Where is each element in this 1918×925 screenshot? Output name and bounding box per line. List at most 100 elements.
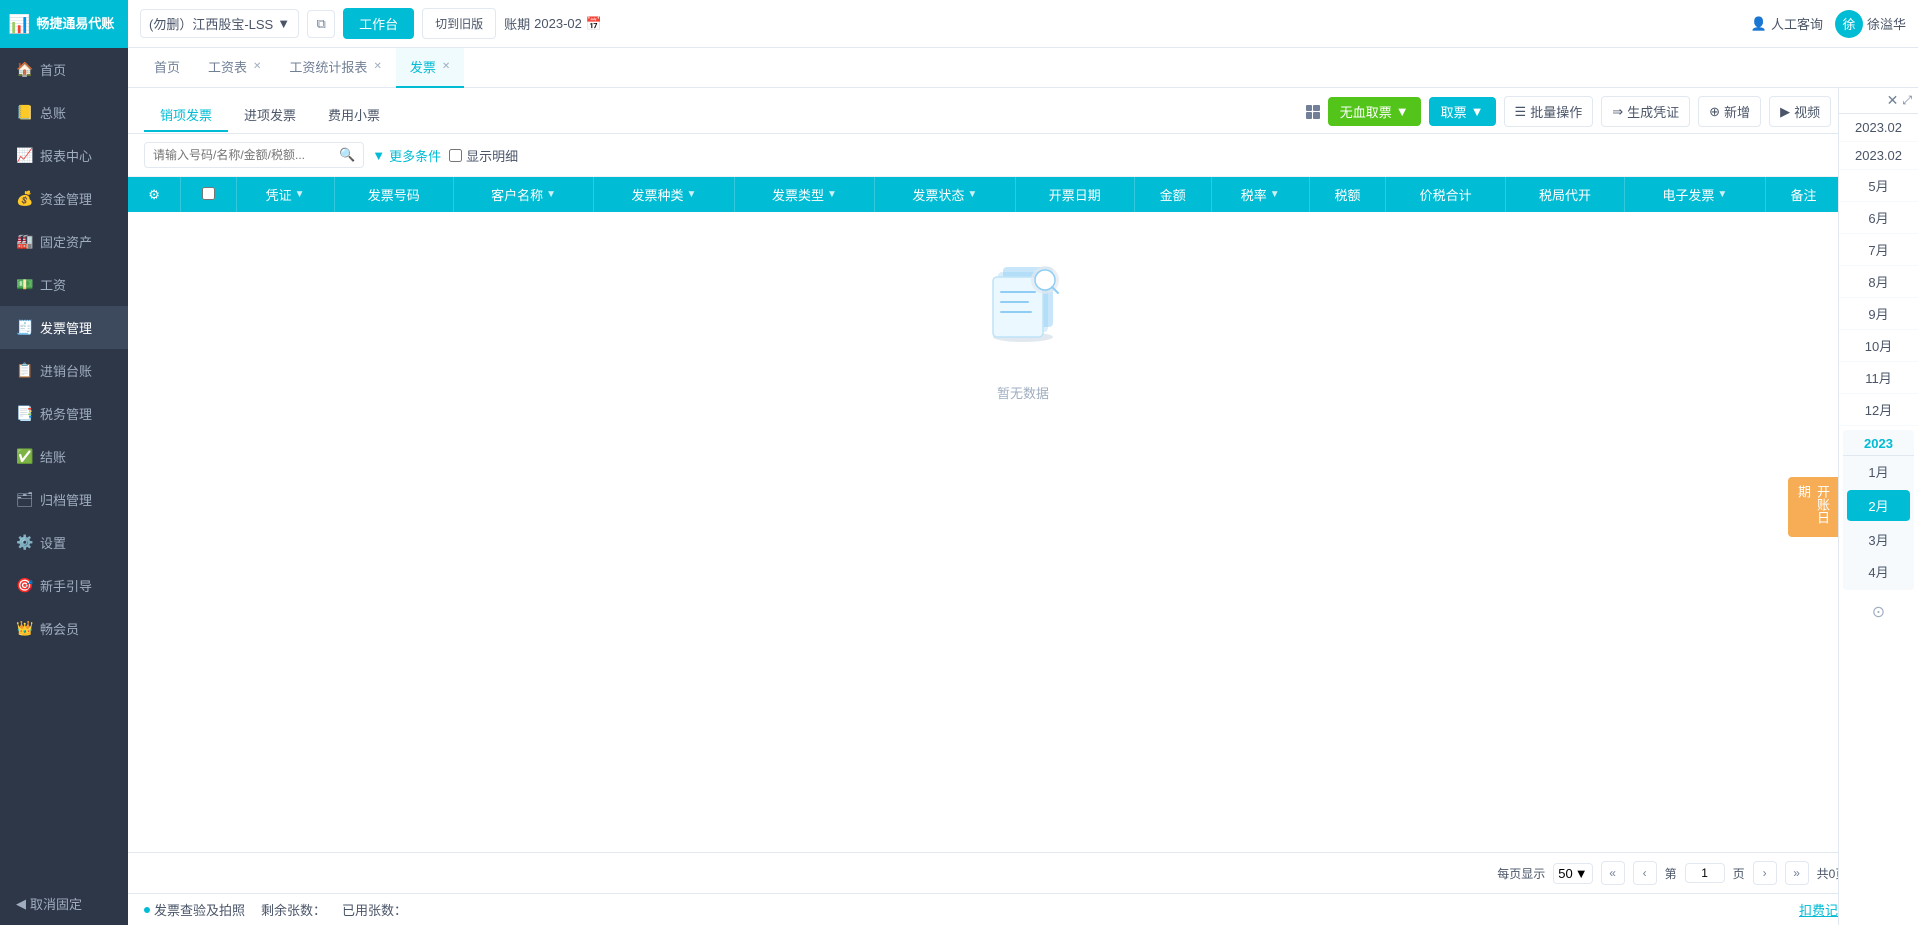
subtab-expense-receipt[interactable]: 费用小票	[312, 99, 396, 132]
customer-filter-icon[interactable]: ▼	[546, 189, 556, 200]
logo-icon: 📊	[8, 14, 30, 35]
workbench-button[interactable]: 工作台	[343, 8, 414, 39]
sidebar-item-reports[interactable]: 📈 报表中心	[0, 134, 128, 177]
date-panel-close[interactable]: ✕	[1887, 92, 1899, 109]
page-number-input[interactable]	[1685, 863, 1725, 883]
page-size-select[interactable]: 50 ▼	[1553, 863, 1592, 884]
col-invoice-no: 发票号码	[334, 177, 453, 212]
grid-view-icon[interactable]	[1306, 105, 1320, 119]
invoice-status-filter-icon[interactable]: ▼	[967, 189, 977, 200]
sidebar-item-archive[interactable]: 🗂 归档管理	[0, 478, 128, 521]
e-invoice-filter-icon[interactable]: ▼	[1717, 189, 1727, 200]
date-item-11[interactable]: 11月	[1839, 362, 1918, 394]
date-item-2023-2[interactable]: 2月	[1847, 490, 1910, 522]
last-page-button[interactable]: »	[1785, 861, 1809, 885]
tab-payroll-table-close[interactable]: ✕	[253, 61, 261, 72]
date-item-2023-4[interactable]: 4月	[1843, 556, 1914, 588]
date-panel-bottom-icon[interactable]: ⊙	[1839, 594, 1918, 630]
tab-invoice[interactable]: 发票 ✕	[396, 48, 464, 88]
show-detail-toggle[interactable]: 显示明细	[449, 146, 518, 165]
col-invoice-status: 发票状态 ▼	[875, 177, 1015, 212]
date-item-2023-02-top2[interactable]: 2023.02	[1839, 142, 1918, 170]
sidebar-item-ledger[interactable]: 📒 总账	[0, 91, 128, 134]
col-tax-rate: 税率 ▼	[1211, 177, 1309, 212]
tab-home[interactable]: 首页	[140, 48, 194, 88]
remaining-count: 剩余张数：	[261, 900, 326, 919]
sidebar-item-invoice[interactable]: 🧾 发票管理	[0, 306, 128, 349]
search-toolbar: 🔍 ▼ 更多条件 显示明细	[128, 134, 1918, 177]
content-area: 销项发票 进项发票 费用小票 无血取票 ▼ 取票 ▼	[128, 88, 1918, 925]
no-ticket-label: 无血取票	[1340, 102, 1392, 121]
sidebar-item-finance[interactable]: 💰 资金管理	[0, 177, 128, 220]
sidebar-item-home[interactable]: 🏠 首页	[0, 48, 128, 91]
new-label: 新增	[1724, 102, 1750, 121]
tab-payroll-stats[interactable]: 工资统计报表 ✕	[275, 48, 395, 88]
date-item-7[interactable]: 7月	[1839, 234, 1918, 266]
unpin-icon: ◀	[16, 896, 26, 912]
tax-rate-filter-icon[interactable]: ▼	[1270, 189, 1280, 200]
date-item-6[interactable]: 6月	[1839, 202, 1918, 234]
date-item-2023-3[interactable]: 3月	[1843, 524, 1914, 556]
invoice-type-filter-icon[interactable]: ▼	[687, 189, 697, 200]
date-item-2023-1[interactable]: 1月	[1843, 456, 1914, 488]
sidebar-item-payroll[interactable]: 💵 工资	[0, 263, 128, 306]
sidebar-item-fixed-assets[interactable]: 🏭 固定资产	[0, 220, 128, 263]
date-panel-header: ✕ ⤢	[1839, 88, 1918, 114]
more-conditions-button[interactable]: ▼ 更多条件	[372, 146, 441, 165]
company-selector[interactable]: (勿删）江西股宝-LSS ▼	[140, 9, 299, 38]
subtabs: 销项发票 进项发票 费用小票 无血取票 ▼ 取票 ▼	[128, 88, 1918, 134]
no-ticket-button[interactable]: 无血取票 ▼	[1328, 97, 1421, 126]
subtab-purchase-invoice[interactable]: 进项发票	[228, 99, 312, 132]
col-settings[interactable]: ⚙	[128, 177, 181, 212]
video-icon: ▶	[1780, 104, 1790, 120]
check-label: 发票查验及拍照	[154, 900, 245, 919]
period-calendar-icon: 📅	[586, 16, 602, 32]
sidebar-item-guide[interactable]: 🎯 新手引导	[0, 564, 128, 607]
date-item-5[interactable]: 5月	[1839, 170, 1918, 202]
sidebar-item-settings[interactable]: ⚙️ 设置	[0, 521, 128, 564]
gear-circle-icon: ⊙	[1872, 602, 1885, 622]
tab-payroll-stats-label: 工资统计报表	[289, 57, 367, 76]
empty-state: 暂无数据	[128, 212, 1918, 442]
tab-payroll-table[interactable]: 工资表 ✕	[194, 48, 275, 88]
select-all-checkbox[interactable]	[202, 187, 215, 200]
sidebar-item-sales-ledger[interactable]: 📋 进销台账	[0, 349, 128, 392]
period-value: 2023-02	[534, 16, 582, 31]
date-panel-expand[interactable]: ⤢	[1902, 93, 1912, 108]
sidebar-item-close-accounts[interactable]: ✅ 结账	[0, 435, 128, 478]
tabbar: 首页 工资表 ✕ 工资统计报表 ✕ 发票 ✕	[128, 48, 1918, 88]
copy-icon-btn[interactable]: ⧉	[307, 10, 335, 38]
prev-page-button[interactable]: ‹	[1633, 861, 1657, 885]
generate-voucher-label: 生成凭证	[1627, 102, 1679, 121]
search-box: 🔍	[144, 142, 364, 168]
first-page-button[interactable]: «	[1601, 861, 1625, 885]
batch-ops-button[interactable]: ☰ 批量操作	[1504, 96, 1594, 127]
open-period-button[interactable]: 开账日期	[1788, 477, 1838, 537]
date-item-10[interactable]: 10月	[1839, 330, 1918, 362]
tab-payroll-stats-close[interactable]: ✕	[373, 61, 381, 72]
date-item-12[interactable]: 12月	[1839, 394, 1918, 426]
invoice-icon: 🧾	[16, 319, 32, 336]
check-dot	[144, 907, 150, 913]
next-page-button[interactable]: ›	[1753, 861, 1777, 885]
generate-voucher-button[interactable]: ⇒ 生成凭证	[1601, 96, 1690, 127]
customer-service[interactable]: 👤 人工客询	[1751, 14, 1823, 33]
sidebar-unpin[interactable]: ◀ 取消固定	[0, 882, 128, 925]
ticket-button[interactable]: 取票 ▼	[1429, 97, 1496, 126]
switch-version-button[interactable]: 切到旧版	[422, 8, 496, 39]
user-menu[interactable]: 徐 徐溢华	[1835, 10, 1906, 38]
video-button[interactable]: ▶ 视频	[1769, 96, 1831, 127]
date-item-9[interactable]: 9月	[1839, 298, 1918, 330]
sidebar-item-tax[interactable]: 📑 税务管理	[0, 392, 128, 435]
new-button[interactable]: ⊕ 新增	[1698, 96, 1761, 127]
date-item-2023-02-top1[interactable]: 2023.02	[1839, 114, 1918, 142]
invoice-category-filter-icon[interactable]: ▼	[827, 189, 837, 200]
tab-invoice-close[interactable]: ✕	[442, 61, 450, 72]
voucher-filter-icon[interactable]: ▼	[295, 189, 305, 200]
col-checkbox[interactable]	[181, 177, 237, 212]
show-detail-checkbox[interactable]	[449, 149, 462, 162]
subtab-sales-invoice[interactable]: 销项发票	[144, 99, 228, 132]
date-item-8[interactable]: 8月	[1839, 266, 1918, 298]
sidebar-item-member[interactable]: 👑 畅会员	[0, 607, 128, 650]
search-input[interactable]	[153, 148, 333, 162]
